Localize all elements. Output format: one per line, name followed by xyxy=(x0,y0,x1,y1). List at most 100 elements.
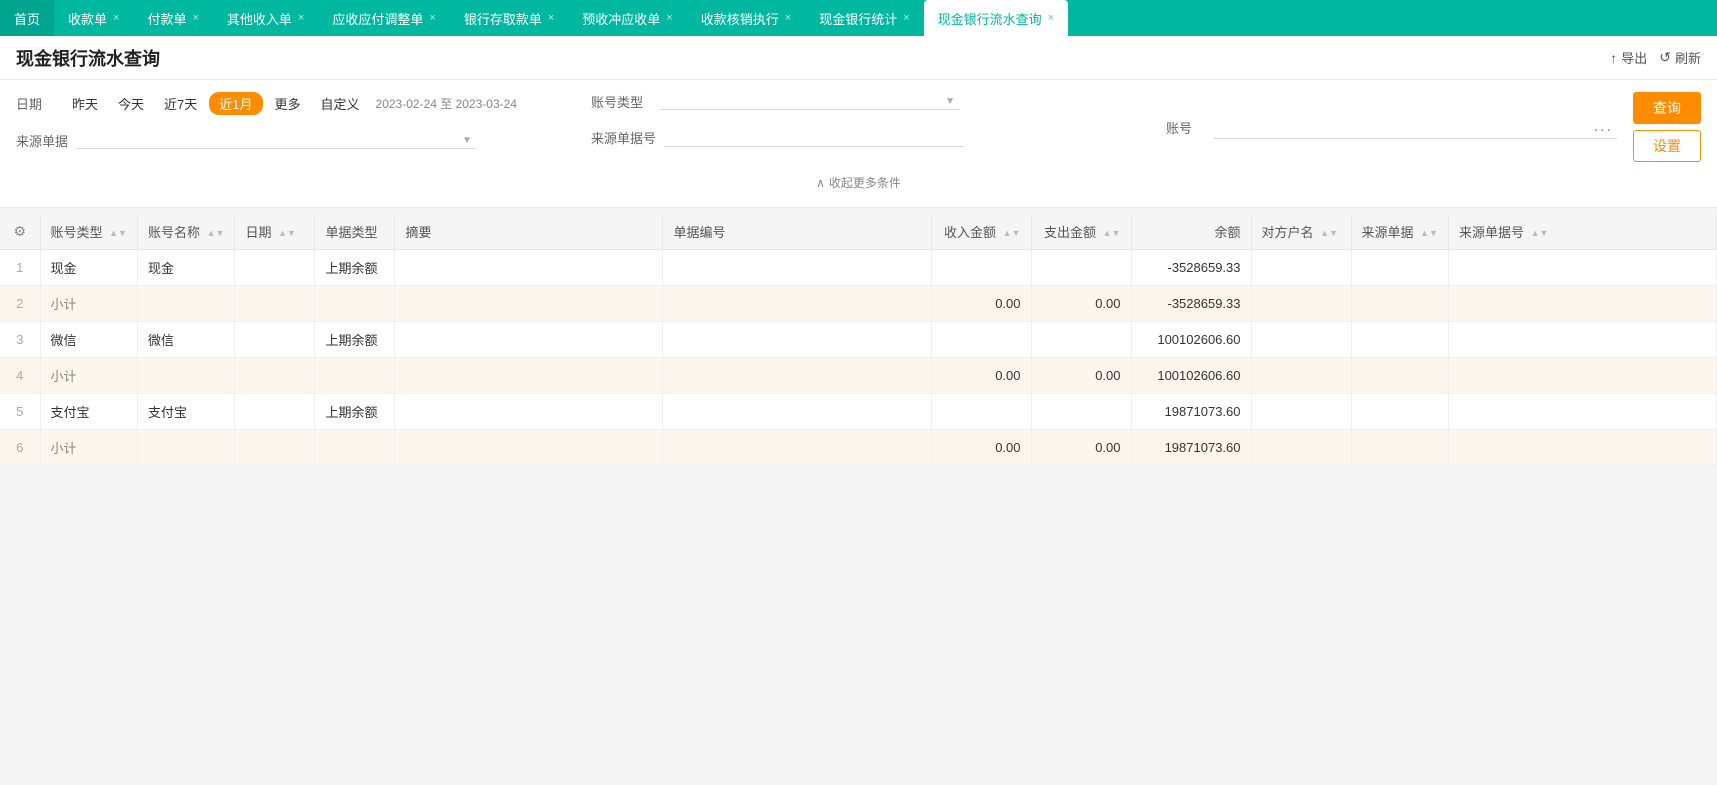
table-row[interactable]: 3微信微信上期余额100102606.60 xyxy=(0,322,1717,358)
cell-index: 4 xyxy=(0,358,40,394)
cell-summary xyxy=(395,286,663,322)
table-row[interactable]: 4小计0.000.00100102606.60 xyxy=(0,358,1717,394)
nav-bank-flow[interactable]: 现金银行流水查询 × xyxy=(924,0,1068,36)
cell-account-name: 支付宝 xyxy=(137,394,234,430)
th-summary-label: 摘要 xyxy=(405,225,431,240)
cell-voucher-type: 上期余额 xyxy=(315,250,395,286)
nav-bank-flow-label: 现金银行流水查询 xyxy=(938,9,1042,28)
nav-payment-close[interactable]: × xyxy=(192,12,198,24)
cell-income: 0.00 xyxy=(931,430,1031,466)
nav-receipt[interactable]: 收款单 × xyxy=(54,0,133,36)
nav-prepay[interactable]: 预收冲应收单 × xyxy=(568,0,686,36)
th-date-label: 日期 xyxy=(245,225,271,240)
sort-source-no[interactable]: ▲▼ xyxy=(1531,229,1549,238)
th-voucher-no: 单据编号 xyxy=(663,214,931,250)
sort-date[interactable]: ▲▼ xyxy=(278,229,296,238)
nav-payment[interactable]: 付款单 × xyxy=(133,0,212,36)
date-opt-7days[interactable]: 近7天 xyxy=(156,92,205,115)
account-type-filter-row: 账号类型 ▼ xyxy=(591,92,1126,111)
sort-income[interactable]: ▲▼ xyxy=(1003,229,1021,238)
cell-account-type: 小计 xyxy=(40,430,137,466)
th-income-label: 收入金额 xyxy=(944,225,996,240)
cell-account-name xyxy=(137,430,234,466)
cell-balance: 100102606.60 xyxy=(1131,322,1251,358)
settings-button[interactable]: 设置 xyxy=(1633,130,1701,162)
source-doc-select[interactable]: ▼ xyxy=(76,133,476,149)
nav-other-income-close[interactable]: × xyxy=(298,12,304,24)
cell-source-doc xyxy=(1351,394,1448,430)
nav-payment-label: 付款单 xyxy=(147,9,186,28)
th-voucher-type-label: 单据类型 xyxy=(325,225,377,240)
table-row[interactable]: 6小计0.000.0019871073.60 xyxy=(0,430,1717,466)
nav-adjustment-label: 应收应付调整单 xyxy=(332,9,423,28)
cell-date xyxy=(235,430,315,466)
export-button[interactable]: ↑ 导出 xyxy=(1610,48,1647,67)
sort-account-type[interactable]: ▲▼ xyxy=(109,229,127,238)
th-summary: 摘要 xyxy=(395,214,663,250)
th-account-type-label: 账号类型 xyxy=(51,225,103,240)
date-opt-more[interactable]: 更多 xyxy=(267,92,309,115)
account-more-button[interactable]: ... xyxy=(1594,118,1613,136)
export-icon: ↑ xyxy=(1610,50,1617,66)
date-opt-1month[interactable]: 近1月 xyxy=(209,92,262,115)
account-type-select[interactable]: ▼ xyxy=(659,94,959,110)
table-row[interactable]: 2小计0.000.00-3528659.33 xyxy=(0,286,1717,322)
source-no-input[interactable] xyxy=(664,127,964,147)
query-button[interactable]: 查询 xyxy=(1633,92,1701,124)
th-source-no: 来源单据号 ▲▼ xyxy=(1448,214,1716,250)
cell-index: 1 xyxy=(0,250,40,286)
nav-bank-flow-close[interactable]: × xyxy=(1048,12,1054,24)
nav-adjustment[interactable]: 应收应付调整单 × xyxy=(318,0,449,36)
cell-summary xyxy=(395,250,663,286)
th-account-name: 账号名称 ▲▼ xyxy=(137,214,234,250)
cell-voucher-type xyxy=(315,286,395,322)
date-opt-today[interactable]: 今天 xyxy=(110,92,152,115)
refresh-label: 刷新 xyxy=(1675,48,1701,67)
sort-counterpart[interactable]: ▲▼ xyxy=(1320,229,1338,238)
nav-home[interactable]: 首页 xyxy=(0,0,54,36)
sort-expense[interactable]: ▲▼ xyxy=(1103,229,1121,238)
export-label: 导出 xyxy=(1621,48,1647,67)
nav-collection-close[interactable]: × xyxy=(785,12,791,24)
cell-date xyxy=(235,250,315,286)
nav-other-income[interactable]: 其他收入单 × xyxy=(213,0,318,36)
nav-bank-transfer-close[interactable]: × xyxy=(548,12,554,24)
refresh-button[interactable]: ↺ 刷新 xyxy=(1659,48,1701,67)
page-title: 现金银行流水查询 xyxy=(16,45,160,71)
nav-prepay-close[interactable]: × xyxy=(666,12,672,24)
sort-account-name[interactable]: ▲▼ xyxy=(207,229,225,238)
date-opt-yesterday[interactable]: 昨天 xyxy=(64,92,106,115)
nav-bank-stats[interactable]: 现金银行统计 × xyxy=(805,0,923,36)
column-settings-icon[interactable]: ⚙ xyxy=(13,223,26,239)
cell-summary xyxy=(395,322,663,358)
date-label: 日期 xyxy=(16,94,56,113)
th-voucher-type: 单据类型 xyxy=(315,214,395,250)
table-body: 1现金现金上期余额-3528659.332小计0.000.00-3528659.… xyxy=(0,250,1717,466)
sort-source-doc[interactable]: ▲▼ xyxy=(1420,229,1438,238)
cell-source-no xyxy=(1448,430,1716,466)
nav-bank-stats-close[interactable]: × xyxy=(903,12,909,24)
cell-index: 5 xyxy=(0,394,40,430)
cell-account-type: 现金 xyxy=(40,250,137,286)
date-opt-custom[interactable]: 自定义 xyxy=(313,92,368,115)
cell-expense: 0.00 xyxy=(1031,286,1131,322)
top-navigation: 首页 收款单 × 付款单 × 其他收入单 × 应收应付调整单 × 银行存取款单 … xyxy=(0,0,1717,36)
nav-receipt-close[interactable]: × xyxy=(113,12,119,24)
cell-account-type: 小计 xyxy=(40,358,137,394)
table-row[interactable]: 5支付宝支付宝上期余额19871073.60 xyxy=(0,394,1717,430)
account-label: 账号 xyxy=(1166,118,1206,137)
nav-prepay-label: 预收冲应收单 xyxy=(582,9,660,28)
nav-bank-transfer[interactable]: 银行存取款单 × xyxy=(450,0,568,36)
nav-collection[interactable]: 收款核销执行 × xyxy=(687,0,805,36)
th-expense: 支出金额 ▲▼ xyxy=(1031,214,1131,250)
cell-voucher-no xyxy=(663,358,931,394)
table-row[interactable]: 1现金现金上期余额-3528659.33 xyxy=(0,250,1717,286)
cell-counterpart xyxy=(1251,430,1351,466)
nav-adjustment-close[interactable]: × xyxy=(429,12,435,24)
cell-voucher-no xyxy=(663,322,931,358)
nav-bank-stats-label: 现金银行统计 xyxy=(819,9,897,28)
th-income: 收入金额 ▲▼ xyxy=(931,214,1031,250)
refresh-icon: ↺ xyxy=(1659,49,1671,66)
collapse-bar[interactable]: ∧ 收起更多条件 xyxy=(16,170,1701,199)
cell-income xyxy=(931,322,1031,358)
